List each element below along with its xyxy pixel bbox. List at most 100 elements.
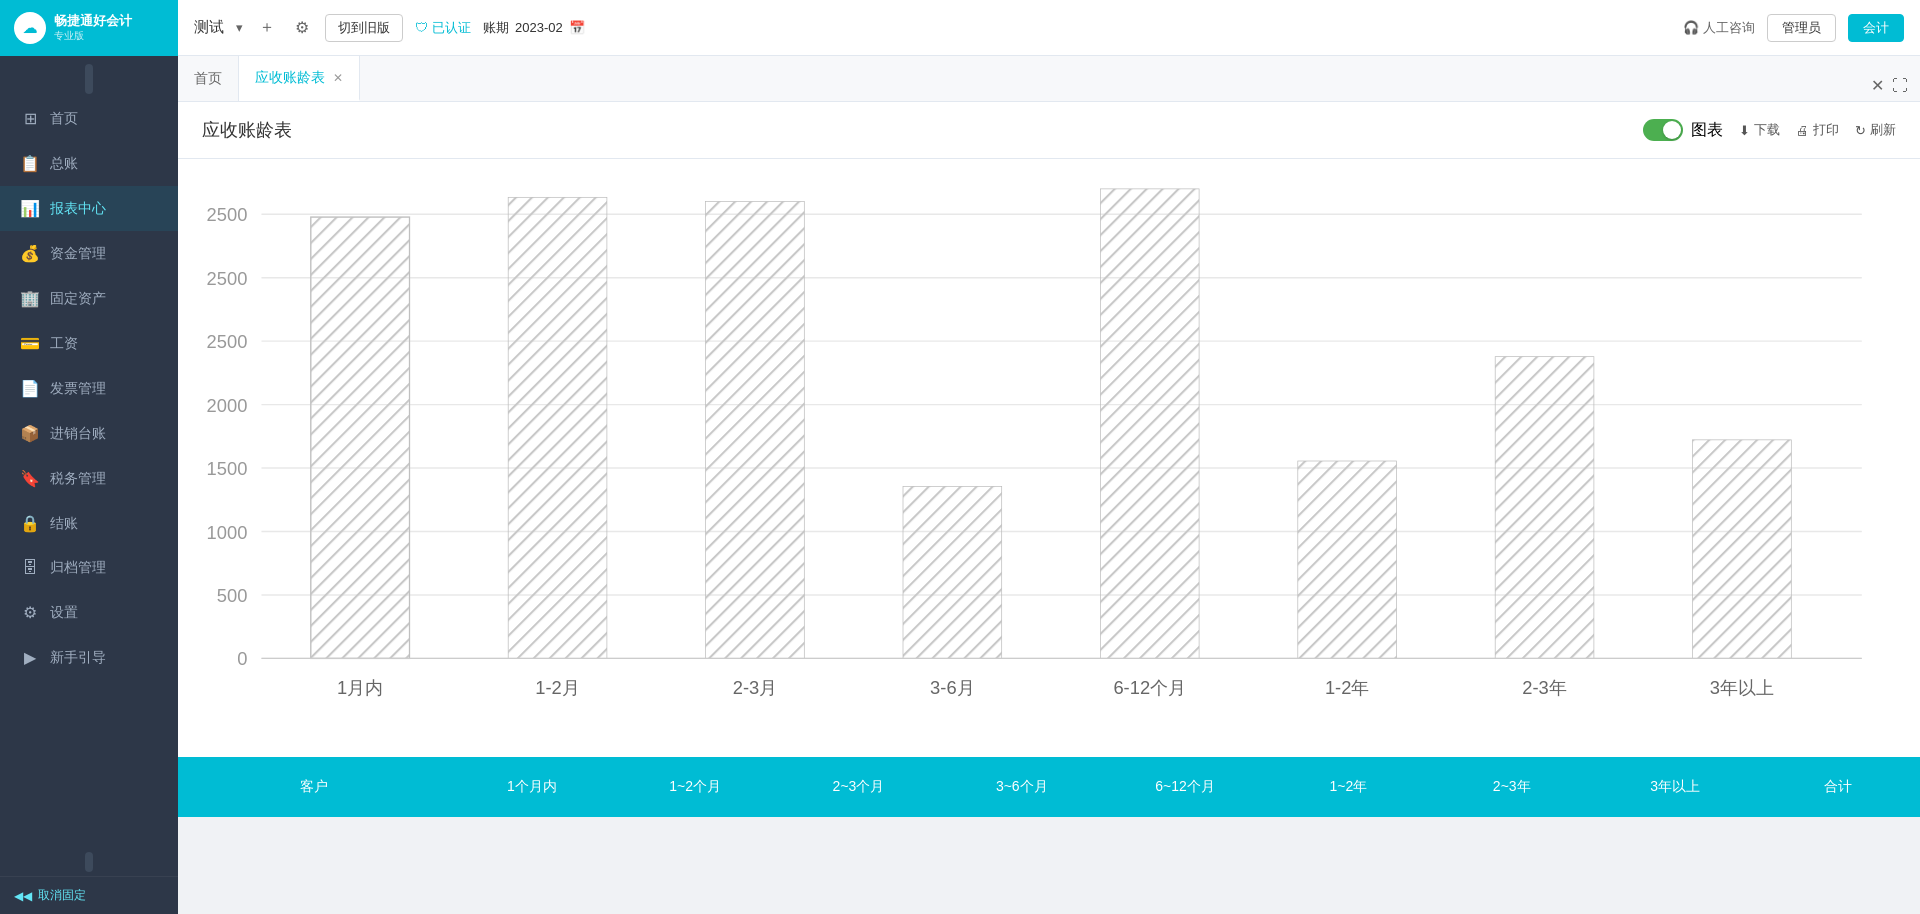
add-company-btn[interactable]: ＋ [255, 13, 279, 42]
switch-version-btn[interactable]: 切到旧版 [325, 14, 403, 42]
toggle-thumb [1663, 121, 1681, 139]
svg-text:1000: 1000 [207, 522, 248, 543]
sidebar-label-settings: 设置 [50, 604, 78, 622]
content-area: 应收账龄表 图表 ⬇ 下载 🖨 [178, 102, 1920, 914]
sidebar-icon-tax: 🔖 [20, 469, 40, 488]
table-header: 客户1个月内1~2个月2~3个月3~6个月6~12个月1~2年2~3年3年以上合… [178, 757, 1920, 817]
topbar: 测试 ▾ ＋ ⚙ 切到旧版 🛡 已认证 账期 2023-02 📅 🎧 人工咨询 … [178, 0, 1920, 56]
sidebar-item-guide[interactable]: ▶ 新手引导 [0, 635, 178, 680]
bar-2-3year [1495, 357, 1594, 659]
page-actions: 图表 ⬇ 下载 🖨 打印 ↻ 刷新 [1643, 119, 1896, 141]
sidebar-item-close[interactable]: 🔒 结账 [0, 501, 178, 546]
shield-icon: 🛡 [415, 20, 428, 35]
tab-aging[interactable]: 应收账龄表 ✕ [239, 56, 360, 101]
chart-toggle[interactable]: 图表 [1643, 119, 1723, 141]
main-area: 测试 ▾ ＋ ⚙ 切到旧版 🛡 已认证 账期 2023-02 📅 🎧 人工咨询 … [178, 0, 1920, 914]
bar-2-3month [706, 202, 805, 659]
tab-close-aging[interactable]: ✕ [333, 72, 343, 84]
svg-text:3年以上: 3年以上 [1710, 677, 1774, 698]
svg-text:2500: 2500 [207, 204, 248, 225]
tab-home[interactable]: 首页 [178, 56, 239, 101]
tabbar: 首页应收账龄表 ✕ ✕ ⛶ [178, 56, 1920, 102]
svg-text:2-3月: 2-3月 [733, 677, 778, 698]
sidebar-item-home[interactable]: ⊞ 首页 [0, 96, 178, 141]
bar-3-6month [903, 486, 1002, 658]
bar-1-2month [508, 197, 607, 658]
bar-3year-plus [1693, 440, 1792, 659]
sidebar-icon-ledger: 📋 [20, 154, 40, 173]
sidebar-scroll-down[interactable] [85, 852, 93, 872]
svg-text:2-3年: 2-3年 [1522, 677, 1567, 698]
sidebar-label-funds: 资金管理 [50, 245, 106, 263]
sidebar-icon-home: ⊞ [20, 109, 40, 128]
svg-text:1月内: 1月内 [337, 677, 383, 698]
expand-btn[interactable]: ⛶ [1892, 77, 1908, 95]
sidebar-item-funds[interactable]: 💰 资金管理 [0, 231, 178, 276]
sidebar-label-purchases: 进销台账 [50, 425, 106, 443]
svg-text:1-2年: 1-2年 [1325, 677, 1370, 698]
close-tab-btn[interactable]: ✕ [1871, 76, 1884, 95]
sidebar-item-reports[interactable]: 📊 报表中心 [0, 186, 178, 231]
sidebar-icon-salary: 💳 [20, 334, 40, 353]
chart-area: 2500 2500 2500 2000 1500 1000 500 0 [178, 159, 1920, 757]
sidebar-label-archive: 归档管理 [50, 559, 106, 577]
bar-1-2year [1298, 461, 1397, 658]
settings-btn[interactable]: ⚙ [291, 14, 313, 41]
sidebar-scroll-up[interactable] [85, 64, 93, 94]
sidebar-icon-assets: 🏢 [20, 289, 40, 308]
sidebar-label-home: 首页 [50, 110, 78, 128]
sidebar-item-settings[interactable]: ⚙ 设置 [0, 590, 178, 635]
topbar-right: 🎧 人工咨询 管理员 会计 [1683, 14, 1904, 42]
logo-name: 畅捷通好会计 [54, 13, 132, 30]
svg-text:500: 500 [217, 585, 248, 606]
refresh-btn[interactable]: ↻ 刷新 [1855, 121, 1896, 139]
logo-sub: 专业版 [54, 29, 132, 43]
headphone-icon: 🎧 [1683, 20, 1699, 35]
logo-icon: ☁ [14, 12, 46, 44]
sidebar-item-archive[interactable]: 🗄 归档管理 [0, 546, 178, 590]
svg-text:6-12个月: 6-12个月 [1113, 677, 1186, 698]
table-header-1: 1个月内 [450, 757, 613, 817]
period-display: 账期 2023-02 📅 [483, 19, 585, 37]
table-header-3: 2~3个月 [777, 757, 940, 817]
sidebar-label-ledger: 总账 [50, 155, 78, 173]
company-name: 测试 [194, 18, 224, 37]
svg-text:0: 0 [237, 648, 247, 669]
company-dropdown-icon[interactable]: ▾ [236, 20, 243, 35]
sidebar-item-ledger[interactable]: 📋 总账 [0, 141, 178, 186]
calendar-icon[interactable]: 📅 [569, 20, 585, 35]
sidebar-item-salary[interactable]: 💳 工资 [0, 321, 178, 366]
print-btn[interactable]: 🖨 打印 [1796, 121, 1839, 139]
sidebar-icon-reports: 📊 [20, 199, 40, 218]
sidebar-label-close: 结账 [50, 515, 78, 533]
sidebar-label-reports: 报表中心 [50, 200, 106, 218]
sidebar-item-tax[interactable]: 🔖 税务管理 [0, 456, 178, 501]
print-icon: 🖨 [1796, 123, 1809, 138]
table-header-7: 2~3年 [1430, 757, 1593, 817]
sidebar-nav: ⊞ 首页 📋 总账 📊 报表中心 💰 资金管理 🏢 固定资产 💳 工资 📄 发票… [0, 96, 178, 848]
sidebar-icon-guide: ▶ [20, 648, 40, 667]
refresh-icon: ↻ [1855, 123, 1866, 138]
manager-btn[interactable]: 管理员 [1767, 14, 1836, 42]
svg-text:1-2月: 1-2月 [535, 677, 579, 698]
toggle-track[interactable] [1643, 119, 1683, 141]
table-header-8: 3年以上 [1593, 757, 1756, 817]
page-header: 应收账龄表 图表 ⬇ 下载 🖨 [178, 102, 1920, 159]
page-panel: 应收账龄表 图表 ⬇ 下载 🖨 [178, 102, 1920, 817]
sidebar: ☁ 畅捷通好会计 专业版 ⊞ 首页 📋 总账 📊 报表中心 💰 资金管理 🏢 固… [0, 0, 178, 914]
svg-text:2500: 2500 [207, 268, 248, 289]
tabbar-actions: ✕ ⛶ [1871, 76, 1920, 101]
service-btn[interactable]: 🎧 人工咨询 [1683, 19, 1755, 37]
table-header-5: 6~12个月 [1103, 757, 1266, 817]
accountant-btn[interactable]: 会计 [1848, 14, 1904, 42]
cancel-fixed-btn[interactable]: ◀◀ 取消固定 [0, 876, 178, 914]
table-header-9: 合计 [1757, 757, 1920, 817]
download-btn[interactable]: ⬇ 下载 [1739, 121, 1780, 139]
sidebar-item-assets[interactable]: 🏢 固定资产 [0, 276, 178, 321]
sidebar-item-purchases[interactable]: 📦 进销台账 [0, 411, 178, 456]
sidebar-label-salary: 工资 [50, 335, 78, 353]
sidebar-label-assets: 固定资产 [50, 290, 106, 308]
sidebar-item-invoice[interactable]: 📄 发票管理 [0, 366, 178, 411]
sidebar-icon-purchases: 📦 [20, 424, 40, 443]
tab-label-aging: 应收账龄表 [255, 69, 325, 87]
